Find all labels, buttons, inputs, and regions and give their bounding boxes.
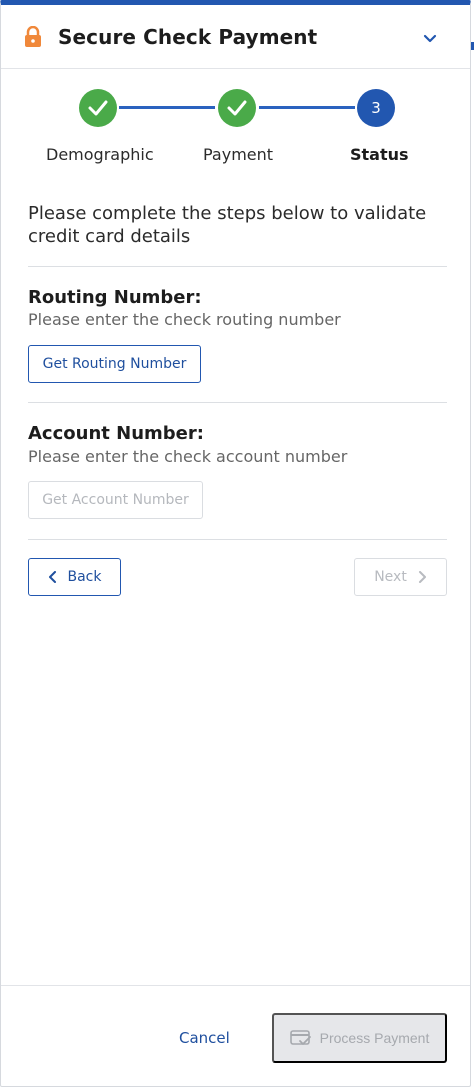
next-button-label: Next bbox=[374, 569, 407, 585]
check-icon bbox=[227, 100, 247, 116]
routing-number-description: Please enter the check routing number bbox=[28, 310, 341, 329]
step-1-complete-indicator bbox=[79, 89, 117, 127]
card-check-icon bbox=[289, 1030, 311, 1045]
step-2-complete-indicator bbox=[218, 89, 256, 127]
divider bbox=[28, 539, 447, 540]
routing-number-heading: Routing Number: bbox=[28, 287, 202, 308]
progress-stepper: 3 Demographic Payment Status bbox=[1, 85, 470, 170]
panel-title: Secure Check Payment bbox=[58, 25, 318, 49]
account-number-heading: Account Number: bbox=[28, 423, 204, 444]
chevron-left-icon bbox=[48, 571, 56, 583]
get-routing-number-button[interactable]: Get Routing Number bbox=[28, 345, 201, 383]
intro-text: Please complete the steps below to valid… bbox=[28, 203, 427, 247]
next-button: Next bbox=[354, 558, 447, 596]
step-connector bbox=[259, 106, 355, 109]
back-button[interactable]: Back bbox=[28, 558, 121, 596]
panel-header: Secure Check Payment bbox=[1, 5, 470, 69]
lock-icon bbox=[24, 25, 42, 48]
step-label-payment: Payment bbox=[203, 145, 274, 164]
chevron-down-icon[interactable] bbox=[421, 31, 439, 45]
divider bbox=[28, 402, 447, 403]
process-payment-button: Process Payment bbox=[272, 1013, 447, 1063]
secure-check-payment-panel: Secure Check Payment 3 Demographic Payme… bbox=[0, 0, 471, 1087]
account-number-description: Please enter the check account number bbox=[28, 447, 348, 466]
step-label-status: Status bbox=[350, 145, 409, 164]
process-payment-label: Process Payment bbox=[319, 1030, 430, 1046]
step-label-demographic: Demographic bbox=[46, 145, 154, 164]
back-button-label: Back bbox=[67, 569, 102, 585]
check-icon bbox=[88, 100, 108, 116]
divider bbox=[28, 266, 447, 267]
step-connector bbox=[119, 106, 215, 109]
get-account-number-button: Get Account Number bbox=[28, 481, 203, 519]
chevron-right-icon bbox=[418, 571, 426, 583]
step-3-active-indicator: 3 bbox=[357, 89, 395, 127]
cancel-link[interactable]: Cancel bbox=[179, 1029, 230, 1047]
